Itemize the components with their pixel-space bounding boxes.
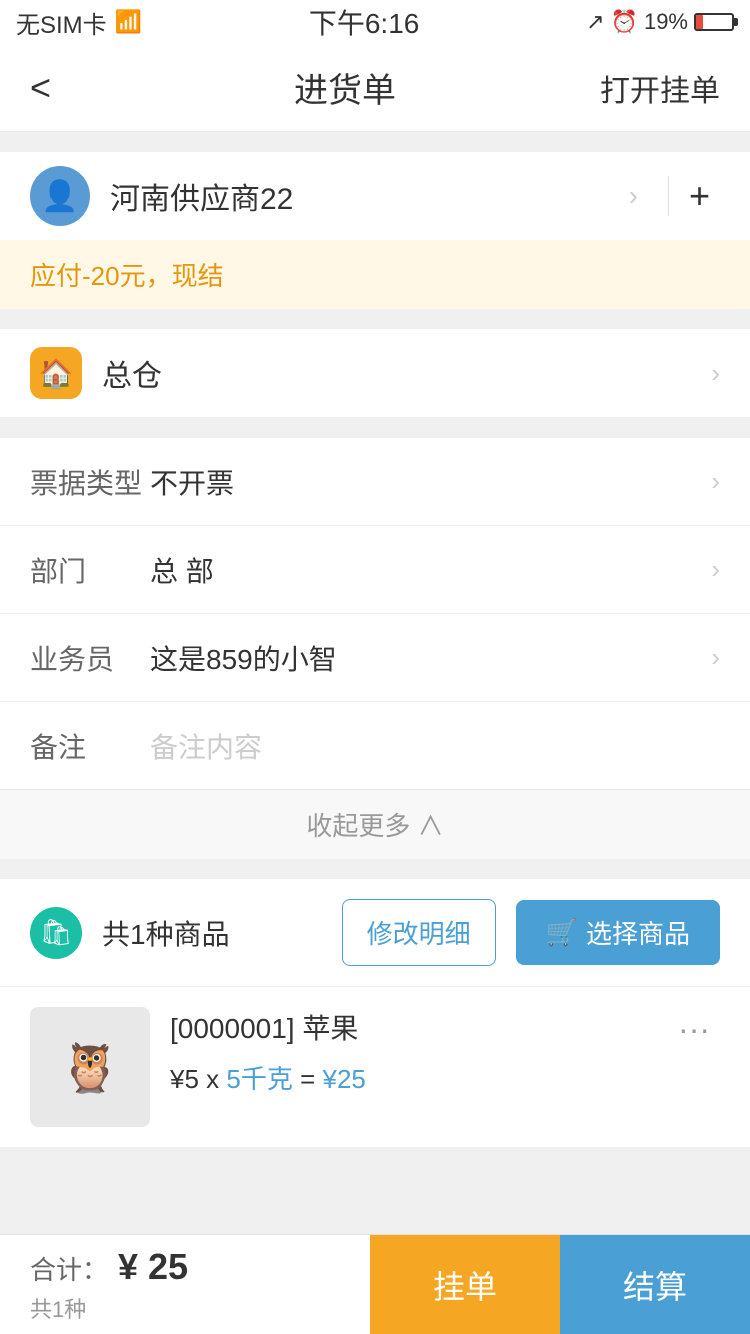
open-pending-button[interactable]: 打开挂单 [600,66,720,110]
hang-order-button[interactable]: 挂单 [370,1235,560,1334]
divider-top [0,132,750,152]
product-thumbnail: 🦉 [30,1007,150,1127]
product-name: [0000001] 苹果 [170,1007,648,1047]
collapse-bar[interactable]: 收起更多 ∧ [0,789,750,859]
remark-placeholder: 备注内容 [150,726,720,766]
product-count-text: 共1种商品 [102,913,322,953]
department-chevron-icon: › [711,554,720,585]
product-title: 苹果 [302,1013,358,1044]
notice-text: 应付-20元，现结 [30,261,224,291]
location-icon: ↗ [586,9,604,35]
alarm-icon: ⏰ [611,9,638,35]
product-code: [0000001] [170,1013,295,1044]
warehouse-icon-bg: 🏠 [30,347,82,399]
product-unit-price: ¥5 [170,1064,199,1094]
product-header: 🛍 共1种商品 修改明细 🛒 选择商品 [0,879,750,986]
edit-detail-button[interactable]: 修改明细 [342,899,496,966]
warehouse-name: 总仓 [102,351,711,395]
department-value: 总 部 [150,550,711,590]
form-section: 票据类型 不开票 › 部门 总 部 › 业务员 这是859的小智 › 备注 备注… [0,437,750,789]
status-bar: 无SIM卡 📶 下午6:16 ↗ ⏰ 19% [0,0,750,44]
product-info: [0000001] 苹果 ¥5 x 5千克 = ¥25 [170,1007,648,1096]
divider-2 [0,309,750,329]
product-count-icon: 🛍 [30,907,82,959]
collapse-text: 收起更多 ∧ [306,806,443,843]
department-label: 部门 [30,550,150,590]
invoice-type-label: 票据类型 [30,462,150,502]
avatar-icon: 👤 [41,179,78,214]
product-price-row: ¥5 x 5千克 = ¥25 [170,1059,648,1096]
status-left: 无SIM卡 📶 [16,5,142,40]
footer-total-row: 合计： ¥ 25 [30,1246,340,1288]
battery-icon [694,13,734,31]
footer-total-label: 合计： [30,1250,108,1287]
add-supplier-button[interactable]: + [679,165,720,227]
back-button[interactable]: < [30,67,90,109]
product-equals: = [300,1064,322,1094]
select-product-label: 选择商品 [586,914,690,951]
status-time: 下午6:16 [309,2,420,42]
remark-label: 备注 [30,726,150,766]
page-title: 进货单 [294,63,396,112]
vertical-divider [668,176,669,216]
select-product-button[interactable]: 🛒 选择商品 [516,900,720,965]
shopping-icon: 🛍 [39,917,72,948]
warehouse-chevron-icon: › [711,358,720,389]
invoice-chevron-icon: › [711,466,720,497]
product-default-icon: 🦉 [60,1039,120,1096]
product-more-button[interactable]: ··· [668,1007,720,1052]
warehouse-row[interactable]: 🏠 总仓 › [0,329,750,417]
salesperson-value: 这是859的小智 [150,638,711,678]
warehouse-icon: 🏠 [39,357,74,390]
product-multiply: x [206,1064,226,1094]
notice-bar: 应付-20元，现结 [0,240,750,309]
select-product-icon: 🛒 [546,917,578,948]
footer-total: 合计： ¥ 25 共1种 [0,1235,370,1334]
product-total: ¥25 [323,1064,366,1094]
footer-total-sub: 共1种 [30,1292,340,1324]
footer-total-amount: ¥ 25 [118,1246,188,1288]
supplier-section: 👤 河南供应商22 › + 应付-20元，现结 [0,152,750,309]
product-item: 🦉 [0000001] 苹果 ¥5 x 5千克 = ¥25 ··· [0,987,750,1147]
footer: 合计： ¥ 25 共1种 挂单 结算 [0,1234,750,1334]
remark-row[interactable]: 备注 备注内容 [0,701,750,789]
divider-3 [0,417,750,437]
supplier-name: 河南供应商22 [110,174,629,218]
department-row[interactable]: 部门 总 部 › [0,525,750,613]
carrier-text: 无SIM卡 [16,5,107,40]
product-quantity: 5千克 [226,1064,292,1094]
salesperson-label: 业务员 [30,638,150,678]
checkout-button[interactable]: 结算 [560,1235,750,1334]
battery-percent: 19% [644,9,688,35]
invoice-type-row[interactable]: 票据类型 不开票 › [0,437,750,525]
status-right: ↗ ⏰ 19% [586,9,734,35]
salesperson-row[interactable]: 业务员 这是859的小智 › [0,613,750,701]
nav-bar: < 进货单 打开挂单 [0,44,750,132]
wifi-icon: 📶 [115,9,142,35]
chevron-right-icon: › [629,180,638,212]
supplier-row[interactable]: 👤 河南供应商22 › + [0,152,750,240]
supplier-avatar: 👤 [30,166,90,226]
invoice-type-value: 不开票 [150,462,711,502]
salesperson-chevron-icon: › [711,642,720,673]
